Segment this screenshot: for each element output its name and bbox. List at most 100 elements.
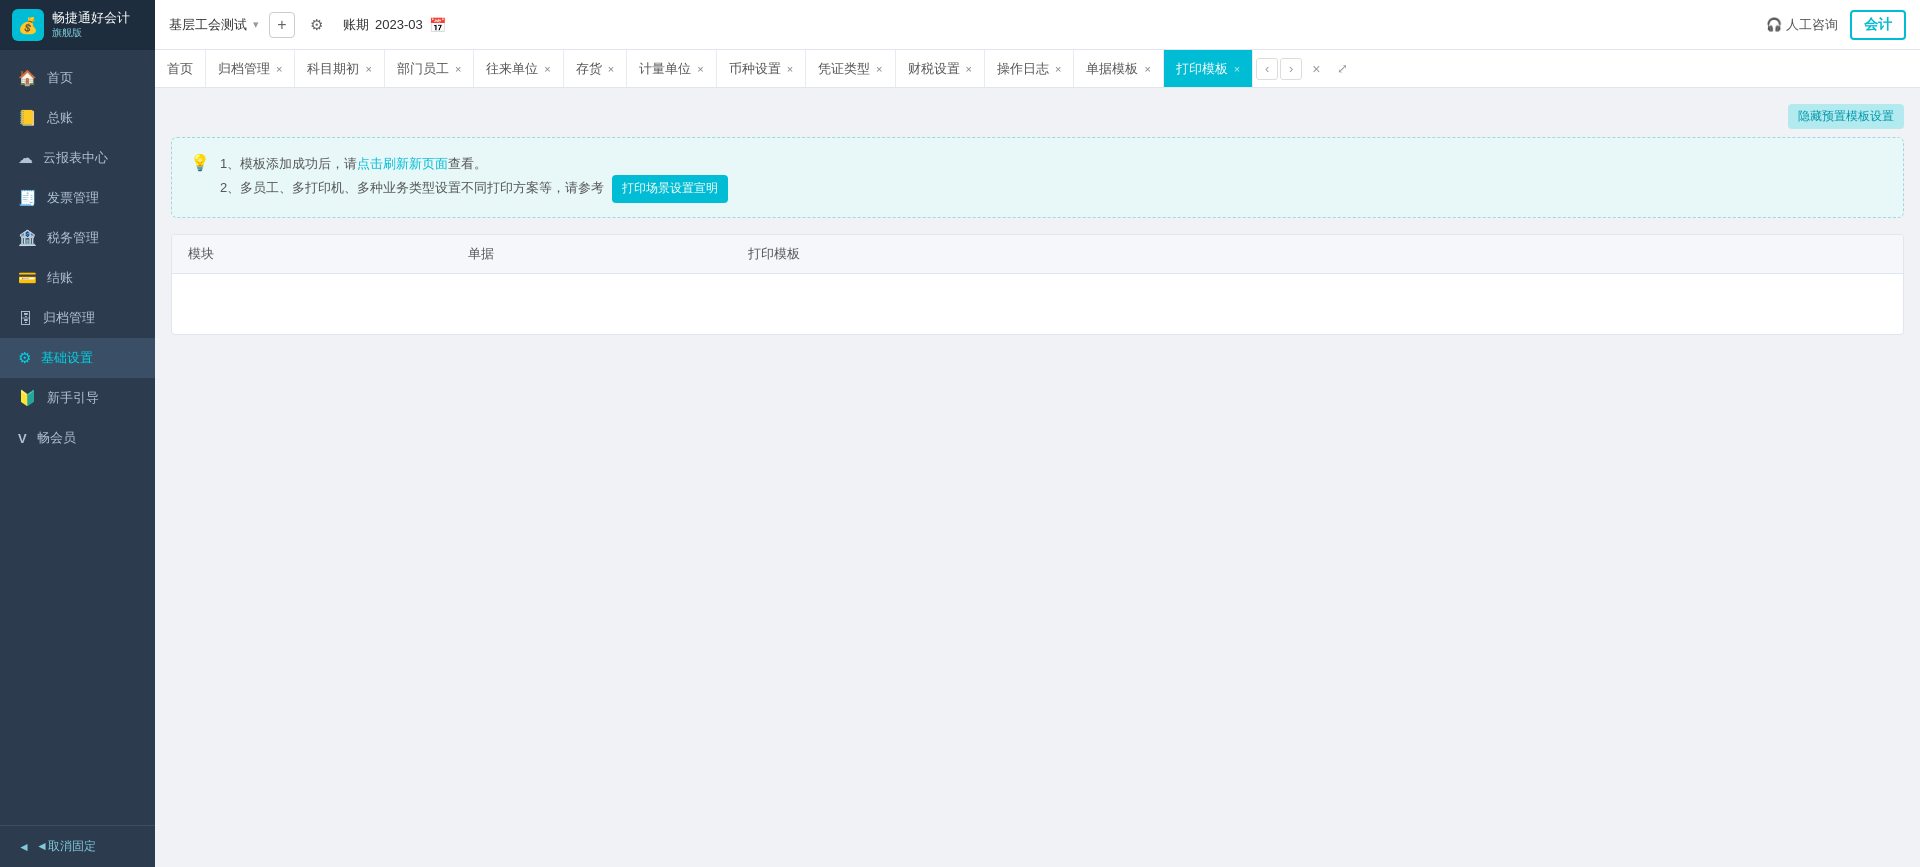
table-col-template: 打印模板 xyxy=(732,235,1903,273)
sidebar-item-checkout[interactable]: 💳 结账 xyxy=(0,258,155,298)
sidebar-item-invoice-label: 发票管理 xyxy=(47,189,99,207)
info-line2-prefix: 2、多员工、多打印机、多种业务类型设置不同打印方案等，请参考 xyxy=(220,180,604,195)
refresh-link[interactable]: 点击刷新新页面 xyxy=(357,156,448,171)
tab-tax-settings-label: 财税设置 xyxy=(908,60,960,78)
tab-operation-log[interactable]: 操作日志 × xyxy=(985,50,1074,88)
info-line1: 1、模板添加成功后，请点击刷新新页面查看。 xyxy=(220,152,728,175)
tab-archive[interactable]: 归档管理 × xyxy=(206,50,295,88)
sidebar-item-guide-label: 新手引导 xyxy=(47,389,99,407)
tab-subjects-close-icon[interactable]: × xyxy=(365,63,371,75)
project-chevron-icon: ▾ xyxy=(253,18,259,31)
tab-home[interactable]: 首页 xyxy=(155,50,206,88)
tab-partners[interactable]: 往来单位 × xyxy=(474,50,563,88)
tab-departments[interactable]: 部门员工 × xyxy=(385,50,474,88)
sidebar-nav: 🏠 首页 📒 总账 ☁ 云报表中心 🧾 发票管理 🏦 税务管理 💳 结账 🗄 归… xyxy=(0,50,155,825)
hide-template-btn-wrapper: 隐藏预置模板设置 xyxy=(171,104,1904,129)
sidebar-item-vip[interactable]: V 畅会员 xyxy=(0,418,155,458)
gear-icon: ⚙ xyxy=(310,16,323,34)
tab-partners-label: 往来单位 xyxy=(486,60,538,78)
tab-measure-close-icon[interactable]: × xyxy=(697,63,703,75)
tab-subjects[interactable]: 科目期初 × xyxy=(295,50,384,88)
tab-archive-close-icon[interactable]: × xyxy=(276,63,282,75)
kuai-button[interactable]: 会计 xyxy=(1850,10,1906,40)
tab-currency[interactable]: 币种设置 × xyxy=(717,50,806,88)
tab-single-template-label: 单据模板 xyxy=(1086,60,1138,78)
project-name: 基层工会测试 xyxy=(169,16,247,34)
sidebar-item-archive[interactable]: 🗄 归档管理 xyxy=(0,298,155,338)
topbar-period: 账期 2023-03 📅 xyxy=(343,16,446,34)
tab-measure-label: 计量单位 xyxy=(639,60,691,78)
ledger-icon: 📒 xyxy=(18,109,37,127)
info-box-row: 💡 1、模板添加成功后，请点击刷新新页面查看。 2、多员工、多打印机、多种业务类… xyxy=(190,152,1885,203)
info-line1-suffix: 查看。 xyxy=(448,156,487,171)
tab-close-all-button[interactable]: × xyxy=(1305,58,1327,80)
sidebar-item-reports[interactable]: ☁ 云报表中心 xyxy=(0,138,155,178)
tab-print-template-close-icon[interactable]: × xyxy=(1234,63,1240,75)
tab-inventory[interactable]: 存货 × xyxy=(564,50,627,88)
calendar-icon[interactable]: 📅 xyxy=(429,17,446,33)
sidebar-item-home-label: 首页 xyxy=(47,69,73,87)
table-header: 模块 单据 打印模板 xyxy=(172,235,1903,274)
sidebar-logo: 💰 畅捷通好会计 旗舰版 xyxy=(0,0,155,50)
info-text: 1、模板添加成功后，请点击刷新新页面查看。 2、多员工、多打印机、多种业务类型设… xyxy=(220,152,728,203)
tab-partners-close-icon[interactable]: × xyxy=(544,63,550,75)
tab-single-template[interactable]: 单据模板 × xyxy=(1074,50,1163,88)
main-area: 基层工会测试 ▾ + ⚙ 账期 2023-03 📅 🎧 人工咨询 会计 首页 归… xyxy=(155,0,1920,867)
sidebar-item-archive-label: 归档管理 xyxy=(43,309,95,327)
hide-template-button[interactable]: 隐藏预置模板设置 xyxy=(1788,104,1904,129)
tab-archive-label: 归档管理 xyxy=(218,60,270,78)
tab-voucher-type-close-icon[interactable]: × xyxy=(876,63,882,75)
guide-icon: 🔰 xyxy=(18,389,37,407)
sidebar-footer-unpin[interactable]: ◄ ◄取消固定 xyxy=(0,825,155,867)
service-button[interactable]: 🎧 人工咨询 xyxy=(1766,16,1838,34)
tab-subjects-label: 科目期初 xyxy=(307,60,359,78)
settings-icon: ⚙ xyxy=(18,349,31,367)
tab-tax-settings[interactable]: 财税设置 × xyxy=(896,50,985,88)
tab-print-template[interactable]: 打印模板 × xyxy=(1164,50,1253,88)
tab-home-label: 首页 xyxy=(167,60,193,78)
topbar-project[interactable]: 基层工会测试 ▾ xyxy=(169,16,259,34)
tab-single-template-close-icon[interactable]: × xyxy=(1144,63,1150,75)
tab-prev-button[interactable]: ‹ xyxy=(1256,58,1278,80)
tab-departments-close-icon[interactable]: × xyxy=(455,63,461,75)
tab-voucher-type[interactable]: 凭证类型 × xyxy=(806,50,895,88)
logo-text: 畅捷通好会计 xyxy=(52,10,130,27)
tab-inventory-close-icon[interactable]: × xyxy=(608,63,614,75)
tab-print-template-label: 打印模板 xyxy=(1176,60,1228,78)
tab-operation-log-label: 操作日志 xyxy=(997,60,1049,78)
info-box: 💡 1、模板添加成功后，请点击刷新新页面查看。 2、多员工、多打印机、多种业务类… xyxy=(171,137,1904,218)
invoice-icon: 🧾 xyxy=(18,189,37,207)
checkout-icon: 💳 xyxy=(18,269,37,287)
print-scene-button[interactable]: 打印场景设置宣明 xyxy=(612,175,728,203)
sidebar-item-invoice[interactable]: 🧾 发票管理 xyxy=(0,178,155,218)
sidebar-item-guide[interactable]: 🔰 新手引导 xyxy=(0,378,155,418)
sidebar-item-ledger[interactable]: 📒 总账 xyxy=(0,98,155,138)
tab-nav-buttons: ‹ › × ⤢ xyxy=(1255,58,1355,80)
sidebar-item-settings[interactable]: ⚙ 基础设置 xyxy=(0,338,155,378)
tab-expand-button[interactable]: ⤢ xyxy=(1331,58,1353,80)
sidebar-item-tax-label: 税务管理 xyxy=(47,229,99,247)
topbar-settings-button[interactable]: ⚙ xyxy=(303,12,329,38)
tab-voucher-type-label: 凭证类型 xyxy=(818,60,870,78)
tab-currency-close-icon[interactable]: × xyxy=(787,63,793,75)
unpin-icon: ◄ xyxy=(18,840,30,854)
tab-departments-label: 部门员工 xyxy=(397,60,449,78)
tax-icon: 🏦 xyxy=(18,229,37,247)
table-body xyxy=(172,274,1903,334)
tab-tax-settings-close-icon[interactable]: × xyxy=(966,63,972,75)
service-label: 人工咨询 xyxy=(1786,16,1838,34)
sidebar-item-tax[interactable]: 🏦 税务管理 xyxy=(0,218,155,258)
sidebar-item-vip-label: 畅会员 xyxy=(37,429,76,447)
period-label: 账期 xyxy=(343,16,369,34)
sidebar-item-home[interactable]: 🏠 首页 xyxy=(0,58,155,98)
sidebar-item-checkout-label: 结账 xyxy=(47,269,73,287)
tab-operation-log-close-icon[interactable]: × xyxy=(1055,63,1061,75)
tab-measure[interactable]: 计量单位 × xyxy=(627,50,716,88)
tab-currency-label: 币种设置 xyxy=(729,60,781,78)
tabbar: 首页 归档管理 × 科目期初 × 部门员工 × 往来单位 × 存货 × 计量单位… xyxy=(155,50,1920,88)
sidebar-item-reports-label: 云报表中心 xyxy=(43,149,108,167)
print-template-table: 模块 单据 打印模板 xyxy=(171,234,1904,335)
topbar-add-button[interactable]: + xyxy=(269,12,295,38)
archive-icon: 🗄 xyxy=(18,310,33,327)
tab-next-button[interactable]: › xyxy=(1280,58,1302,80)
